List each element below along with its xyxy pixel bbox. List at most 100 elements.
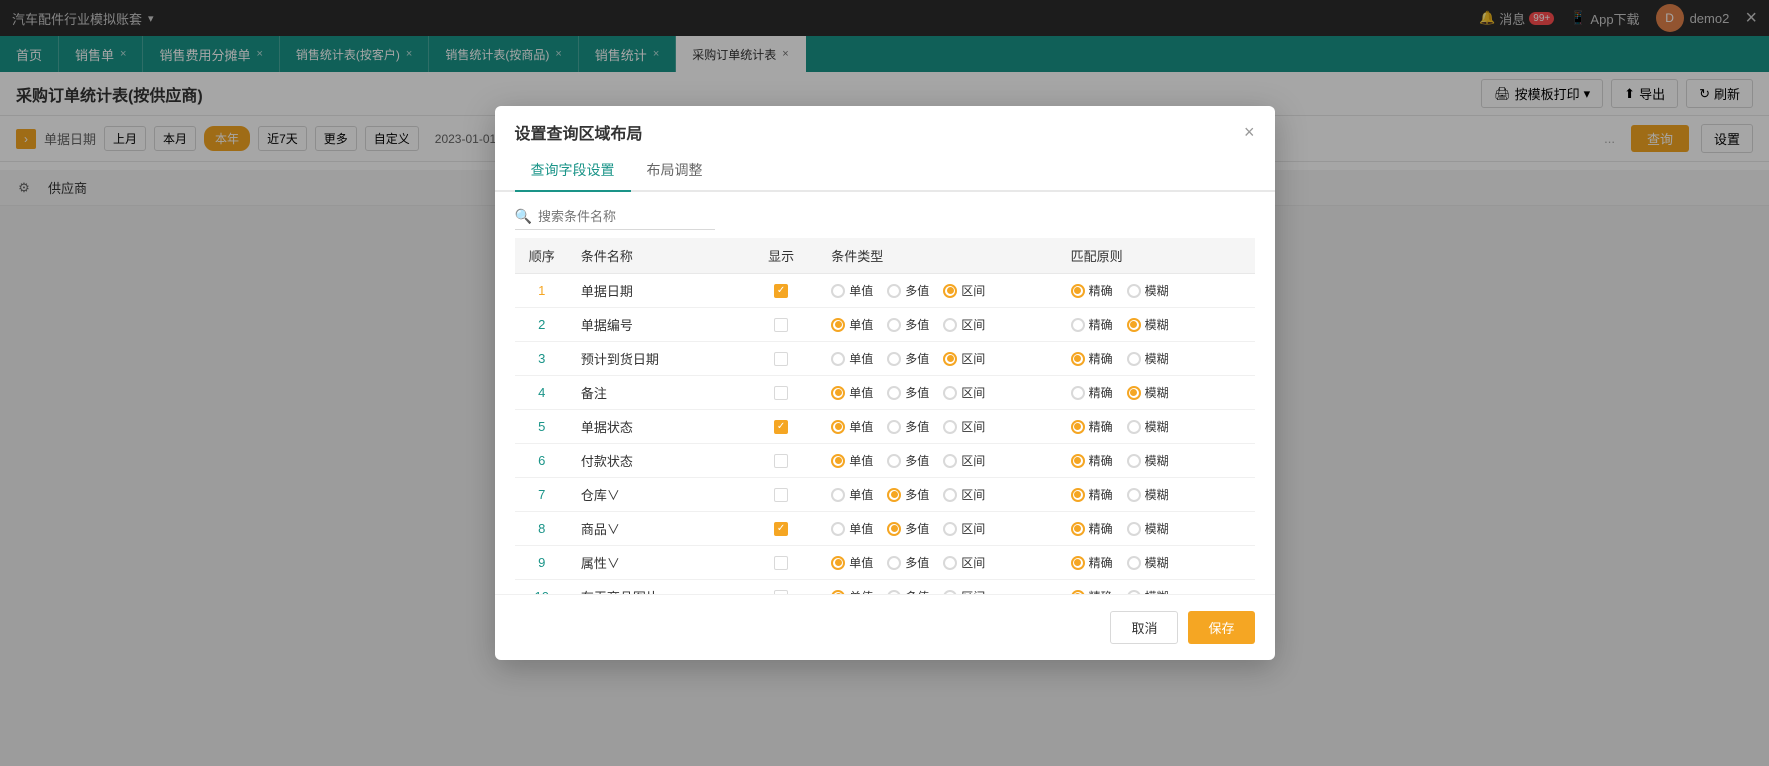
type-radio-单值[interactable]: 单值: [831, 520, 873, 537]
radio-label: 区间: [961, 316, 985, 333]
checkbox-box[interactable]: [774, 352, 788, 366]
radio-label: 精确: [1089, 350, 1113, 367]
type-radio-多值[interactable]: 多值: [887, 486, 929, 503]
match-radio-精确[interactable]: 精确: [1071, 350, 1113, 367]
display-cell[interactable]: [743, 410, 819, 444]
display-cell[interactable]: [743, 512, 819, 546]
radio-circle: [887, 454, 901, 468]
checkbox-box[interactable]: [774, 318, 788, 332]
type-radio-区间[interactable]: 区间: [943, 282, 985, 299]
display-checkbox[interactable]: [755, 556, 807, 570]
type-radio-区间[interactable]: 区间: [943, 384, 985, 401]
table-scroll-area[interactable]: 1单据日期单值多值区间精确模糊2单据编号单值多值区间精确模糊3预计到货日期单值多…: [515, 274, 1255, 594]
match-radio-精确[interactable]: 精确: [1071, 554, 1113, 571]
match-radio-模糊[interactable]: 模糊: [1127, 350, 1169, 367]
display-cell[interactable]: [743, 342, 819, 376]
display-checkbox[interactable]: [755, 284, 807, 298]
match-radio-group: 精确模糊: [1071, 316, 1243, 333]
type-radio-多值[interactable]: 多值: [887, 350, 929, 367]
match-radio-模糊[interactable]: 模糊: [1127, 384, 1169, 401]
type-radio-区间[interactable]: 区间: [943, 350, 985, 367]
match-radio-模糊[interactable]: 模糊: [1127, 486, 1169, 503]
match-radio-精确[interactable]: 精确: [1071, 316, 1113, 333]
match-radio-精确[interactable]: 精确: [1071, 418, 1113, 435]
radio-label: 模糊: [1145, 486, 1169, 503]
match-radio-精确[interactable]: 精确: [1071, 384, 1113, 401]
display-cell[interactable]: [743, 308, 819, 342]
type-radio-多值[interactable]: 多值: [887, 282, 929, 299]
display-checkbox[interactable]: [755, 488, 807, 502]
type-radio-单值[interactable]: 单值: [831, 554, 873, 571]
type-radio-多值[interactable]: 多值: [887, 520, 929, 537]
checkbox-box[interactable]: [774, 284, 788, 298]
display-checkbox[interactable]: [755, 454, 807, 468]
display-checkbox[interactable]: [755, 318, 807, 332]
modal-close-button[interactable]: ×: [1244, 123, 1255, 141]
display-checkbox[interactable]: [755, 522, 807, 536]
radio-label: 多值: [905, 384, 929, 401]
type-radio-单值[interactable]: 单值: [831, 282, 873, 299]
save-button[interactable]: 保存: [1188, 611, 1254, 644]
type-radio-区间[interactable]: 区间: [943, 316, 985, 333]
checkbox-box[interactable]: [774, 420, 788, 434]
type-radio-group: 单值多值区间: [831, 418, 1046, 435]
type-radio-多值[interactable]: 多值: [887, 418, 929, 435]
type-radio-区间[interactable]: 区间: [943, 452, 985, 469]
display-cell[interactable]: [743, 376, 819, 410]
type-radio-单值[interactable]: 单值: [831, 452, 873, 469]
type-radio-单值[interactable]: 单值: [831, 350, 873, 367]
checkbox-box[interactable]: [774, 556, 788, 570]
tab-query-fields[interactable]: 查询字段设置: [515, 154, 631, 192]
radio-circle: [943, 454, 957, 468]
checkbox-box[interactable]: [774, 386, 788, 400]
match-radio-模糊[interactable]: 模糊: [1127, 452, 1169, 469]
type-radio-单值[interactable]: 单值: [831, 384, 873, 401]
type-radio-多值[interactable]: 多值: [887, 452, 929, 469]
checkbox-box[interactable]: [774, 454, 788, 468]
type-radio-多值[interactable]: 多值: [887, 554, 929, 571]
type-radio-区间[interactable]: 区间: [943, 520, 985, 537]
type-radio-多值[interactable]: 多值: [887, 384, 929, 401]
display-cell[interactable]: [743, 546, 819, 580]
match-radio-模糊[interactable]: 模糊: [1127, 418, 1169, 435]
display-cell[interactable]: [743, 444, 819, 478]
radio-label: 多值: [905, 452, 929, 469]
type-radio-单值[interactable]: 单值: [831, 486, 873, 503]
radio-circle: [887, 284, 901, 298]
tab-layout-adjust[interactable]: 布局调整: [631, 154, 719, 192]
match-radio-精确[interactable]: 精确: [1071, 452, 1113, 469]
match-radio-模糊[interactable]: 模糊: [1127, 282, 1169, 299]
radio-label: 区间: [961, 452, 985, 469]
type-cell: 单值多值区间: [819, 342, 1058, 376]
modal-search-area: 🔍: [495, 192, 1275, 238]
display-checkbox[interactable]: [755, 386, 807, 400]
match-radio-精确[interactable]: 精确: [1071, 486, 1113, 503]
display-cell[interactable]: [743, 274, 819, 308]
type-radio-group: 单值多值区间: [831, 554, 1046, 571]
type-radio-区间[interactable]: 区间: [943, 554, 985, 571]
display-checkbox[interactable]: [755, 352, 807, 366]
type-radio-单值[interactable]: 单值: [831, 418, 873, 435]
type-radio-单值[interactable]: 单值: [831, 316, 873, 333]
display-checkbox[interactable]: [755, 420, 807, 434]
checkbox-box[interactable]: [774, 488, 788, 502]
search-input[interactable]: [538, 209, 698, 224]
match-radio-模糊[interactable]: 模糊: [1127, 520, 1169, 537]
match-radio-模糊[interactable]: 模糊: [1127, 554, 1169, 571]
fields-table: 顺序 条件名称 显示 条件类型 匹配原则: [515, 238, 1255, 274]
radio-label: 单值: [849, 418, 873, 435]
display-cell[interactable]: [743, 580, 819, 595]
match-radio-模糊[interactable]: 模糊: [1127, 316, 1169, 333]
radio-circle: [1071, 352, 1085, 366]
type-radio-区间[interactable]: 区间: [943, 486, 985, 503]
display-cell[interactable]: [743, 478, 819, 512]
match-radio-精确[interactable]: 精确: [1071, 282, 1113, 299]
type-radio-多值[interactable]: 多值: [887, 316, 929, 333]
match-radio-精确[interactable]: 精确: [1071, 520, 1113, 537]
type-radio-区间[interactable]: 区间: [943, 418, 985, 435]
radio-label: 多值: [905, 520, 929, 537]
radio-label: 精确: [1089, 282, 1113, 299]
cancel-button[interactable]: 取消: [1110, 611, 1178, 644]
radio-circle: [831, 386, 845, 400]
checkbox-box[interactable]: [774, 522, 788, 536]
